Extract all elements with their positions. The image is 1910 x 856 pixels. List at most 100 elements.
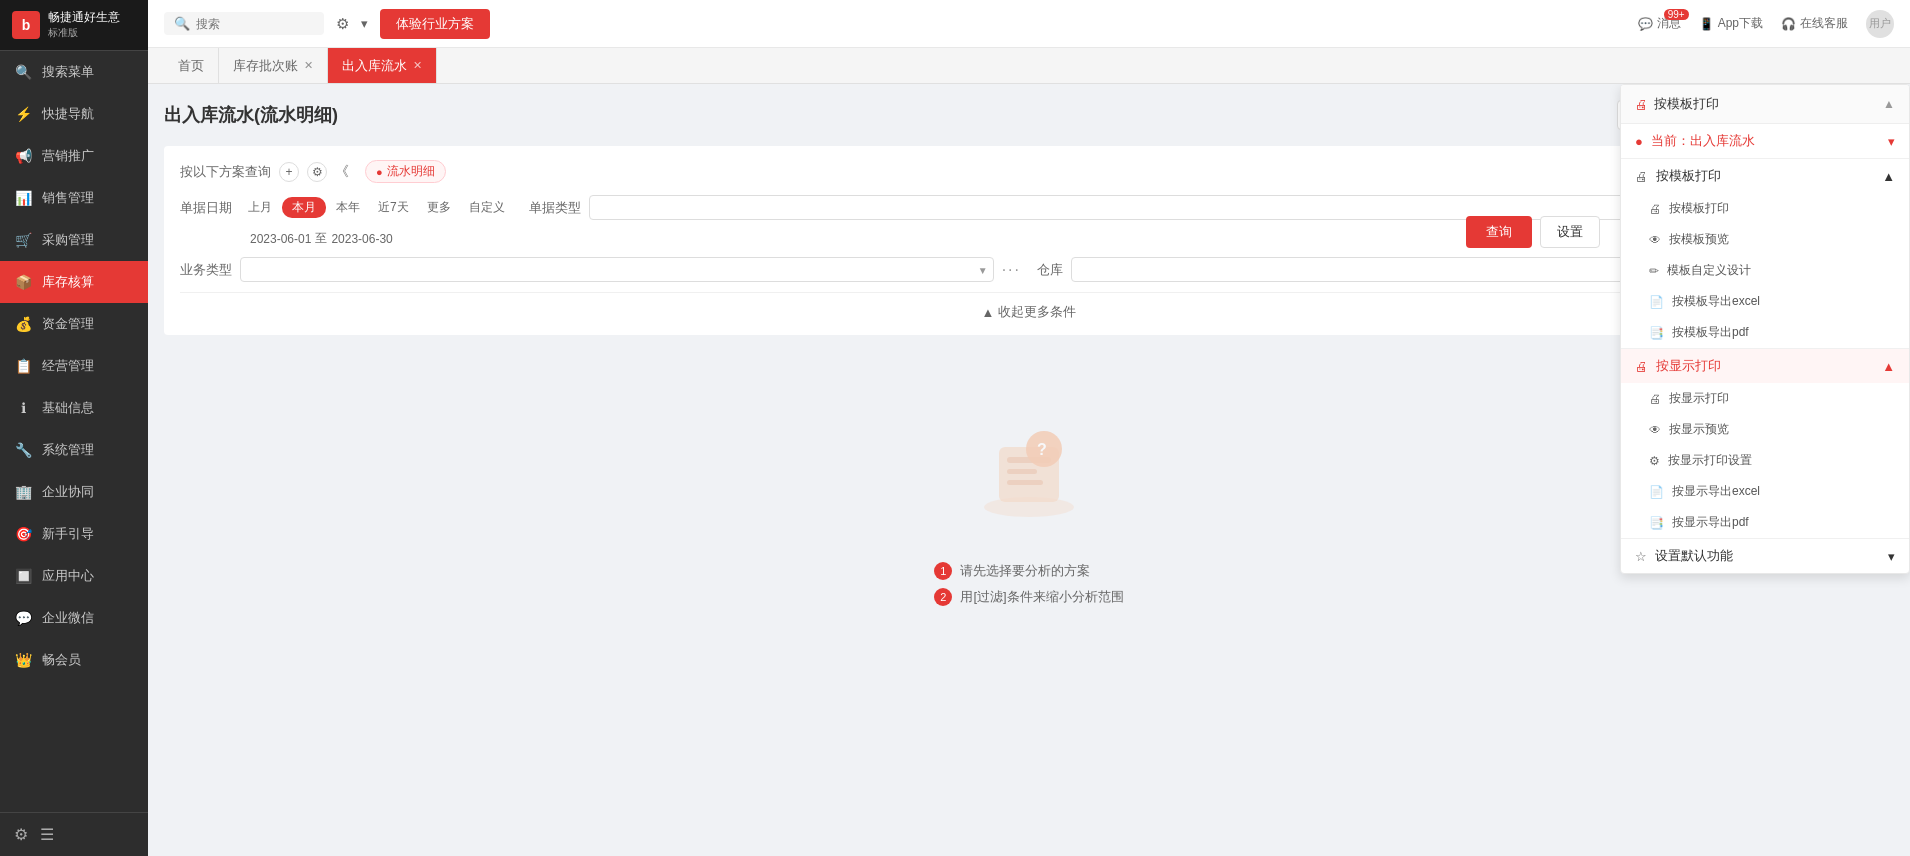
template-print-section: 🖨 按模板打印 ▲ 🖨 按模板打印 👁 按模板预览 ✏ 模板自定义设计 — [1621, 159, 1909, 349]
template-export-excel-item[interactable]: 📄 按模板导出excel — [1621, 286, 1909, 317]
settings-button[interactable]: 设置 — [1540, 216, 1600, 248]
filter-date-field: 单据日期 上月 本月 本年 近7天 更多 自定义 — [180, 197, 513, 218]
app-download-button[interactable]: 📱 App下载 — [1699, 15, 1763, 32]
settings-icon[interactable]: ⚙ — [336, 15, 349, 33]
template-print-icon: 🖨 — [1635, 169, 1648, 184]
tab-flow[interactable]: 出入库流水 ✕ — [328, 48, 437, 83]
template-print-header[interactable]: 🖨 按模板打印 ▲ — [1621, 159, 1909, 193]
trial-button[interactable]: 体验行业方案 — [380, 9, 490, 39]
empty-step-2: 2 用[过滤]条件来缩小分析范围 — [934, 588, 1123, 606]
default-icon: ☆ — [1635, 549, 1647, 564]
query-button[interactable]: 查询 — [1466, 216, 1532, 248]
message-badge: 99+ — [1664, 9, 1689, 20]
tab-home[interactable]: 首页 — [164, 48, 219, 83]
filter-collapse-button[interactable]: 《 — [335, 163, 349, 181]
sidebar-bottom: ⚙ ☰ — [0, 812, 148, 856]
sidebar-item-marketing[interactable]: 📢 营销推广 — [0, 135, 148, 177]
display-print-settings-item[interactable]: ⚙ 按显示打印设置 — [1621, 445, 1909, 476]
sidebar-item-enterprise[interactable]: 🏢 企业协同 — [0, 471, 148, 513]
biz-type-more-button[interactable]: ··· — [1002, 261, 1021, 279]
menu-icon[interactable]: ☰ — [40, 825, 54, 844]
sidebar-scroll: 🔍 搜索菜单 ⚡ 快捷导航 📢 营销推广 📊 销售管理 🛒 采购管理 📦 库存核… — [0, 51, 148, 812]
search-icon: 🔍 — [14, 64, 32, 80]
sidebar-item-operations[interactable]: 📋 经营管理 — [0, 345, 148, 387]
template-print-item[interactable]: 🖨 按模板打印 — [1621, 193, 1909, 224]
filter-gear-button[interactable]: ⚙ — [307, 162, 327, 182]
preview-icon: 👁 — [1649, 423, 1661, 437]
sidebar-item-search[interactable]: 🔍 搜索菜单 — [0, 51, 148, 93]
crown-icon: 👑 — [14, 652, 32, 668]
sidebar-item-guide[interactable]: 🎯 新手引导 — [0, 513, 148, 555]
sidebar-item-app-center[interactable]: 🔲 应用中心 — [0, 555, 148, 597]
dropdown-current-item[interactable]: ● 当前：出入库流水 ▾ — [1621, 124, 1909, 159]
sidebar-item-label: 销售管理 — [42, 189, 94, 207]
sidebar-item-system[interactable]: 🔧 系统管理 — [0, 429, 148, 471]
dropdown-icon[interactable]: ▾ — [361, 16, 368, 31]
step-1-number: 1 — [934, 562, 952, 580]
dropdown-toggle-icon[interactable]: ▲ — [1883, 97, 1895, 111]
template-preview-item[interactable]: 👁 按模板预览 — [1621, 224, 1909, 255]
display-export-pdf-item[interactable]: 📑 按显示导出pdf — [1621, 507, 1909, 538]
sidebar-item-label: 营销推广 — [42, 147, 94, 165]
page-title: 出入库流水(流水明细) — [164, 103, 338, 127]
page-content: 出入库流水(流水明细) 🖨 按模板打印 ▲ 📤 导出 🔄 刷新 ✕ — [148, 84, 1910, 856]
money-icon: 💰 — [14, 316, 32, 332]
sidebar-item-label: 资金管理 — [42, 315, 94, 333]
template-export-pdf-item[interactable]: 📑 按模板导出pdf — [1621, 317, 1909, 348]
sidebar-item-inventory[interactable]: 📦 库存核算 — [0, 261, 148, 303]
date-tab-more[interactable]: 更多 — [419, 197, 459, 218]
tab-stock[interactable]: 库存批次账 ✕ — [219, 48, 328, 83]
warehouse-label: 仓库 — [1037, 261, 1063, 279]
date-tab-custom[interactable]: 自定义 — [461, 197, 513, 218]
display-preview-item[interactable]: 👁 按显示预览 — [1621, 414, 1909, 445]
message-button[interactable]: 💬 消息 99+ — [1638, 15, 1681, 32]
print-dropdown-panel: 🖨 按模板打印 ▲ ● 当前：出入库流水 ▾ 🖨 按模板打印 ▲ — [1620, 84, 1910, 574]
message-icon: 💬 — [1638, 17, 1653, 31]
tab-flow-close[interactable]: ✕ — [413, 59, 422, 72]
excel-icon: 📄 — [1649, 485, 1664, 499]
sidebar-item-purchase[interactable]: 🛒 采购管理 — [0, 219, 148, 261]
date-tab-thismonth[interactable]: 本月 — [282, 197, 326, 218]
sidebar-item-quick-nav[interactable]: ⚡ 快捷导航 — [0, 93, 148, 135]
flash-icon: ⚡ — [14, 106, 32, 122]
date-tab-thisyear[interactable]: 本年 — [328, 197, 368, 218]
dropdown-footer[interactable]: ☆ 设置默认功能 ▾ — [1621, 539, 1909, 573]
avatar-text: 用户 — [1869, 16, 1891, 31]
date-tab-7days[interactable]: 近7天 — [370, 197, 417, 218]
tab-home-label: 首页 — [178, 57, 204, 75]
sidebar-item-label: 库存核算 — [42, 273, 94, 291]
pdf-icon: 📑 — [1649, 326, 1664, 340]
sidebar-item-finance[interactable]: 💰 资金管理 — [0, 303, 148, 345]
filter-add-button[interactable]: + — [279, 162, 299, 182]
phone-icon: 📱 — [1699, 17, 1714, 31]
sidebar-item-sales[interactable]: 📊 销售管理 — [0, 177, 148, 219]
building-icon: 🏢 — [14, 484, 32, 500]
sidebar-item-wechat[interactable]: 💬 企业微信 — [0, 597, 148, 639]
sidebar-item-label: 搜索菜单 — [42, 63, 94, 81]
settings-icon: ⚙ — [1649, 454, 1660, 468]
sidebar-item-label: 经营管理 — [42, 357, 94, 375]
empty-steps: 1 请先选择要分析的方案 2 用[过滤]条件来缩小分析范围 — [934, 562, 1123, 614]
settings-icon[interactable]: ⚙ — [14, 825, 28, 844]
filter-chip[interactable]: ● 流水明细 — [365, 160, 446, 183]
sidebar-item-member[interactable]: 👑 畅会员 — [0, 639, 148, 681]
sidebar-item-basic-info[interactable]: ℹ 基础信息 — [0, 387, 148, 429]
dropdown-header: 🖨 按模板打印 ▲ — [1621, 85, 1909, 124]
current-icon: ● — [1635, 134, 1643, 149]
display-print-item[interactable]: 🖨 按显示打印 — [1621, 383, 1909, 414]
pdf-icon: 📑 — [1649, 516, 1664, 530]
company-name: 畅捷通好生意 — [48, 10, 120, 26]
topbar-search[interactable]: 🔍 — [164, 12, 324, 35]
tab-stock-close[interactable]: ✕ — [304, 59, 313, 72]
sidebar-item-label: 采购管理 — [42, 231, 94, 249]
search-input[interactable] — [196, 17, 314, 31]
online-service-button[interactable]: 🎧 在线客服 — [1781, 15, 1848, 32]
display-export-excel-item[interactable]: 📄 按显示导出excel — [1621, 476, 1909, 507]
display-print-icon: 🖨 — [1635, 359, 1648, 374]
biz-type-select[interactable] — [240, 257, 994, 282]
avatar[interactable]: 用户 — [1866, 10, 1894, 38]
online-service-label: 在线客服 — [1800, 15, 1848, 32]
template-design-item[interactable]: ✏ 模板自定义设计 — [1621, 255, 1909, 286]
display-print-header[interactable]: 🖨 按显示打印 ▲ — [1621, 349, 1909, 383]
date-tab-lastmonth[interactable]: 上月 — [240, 197, 280, 218]
